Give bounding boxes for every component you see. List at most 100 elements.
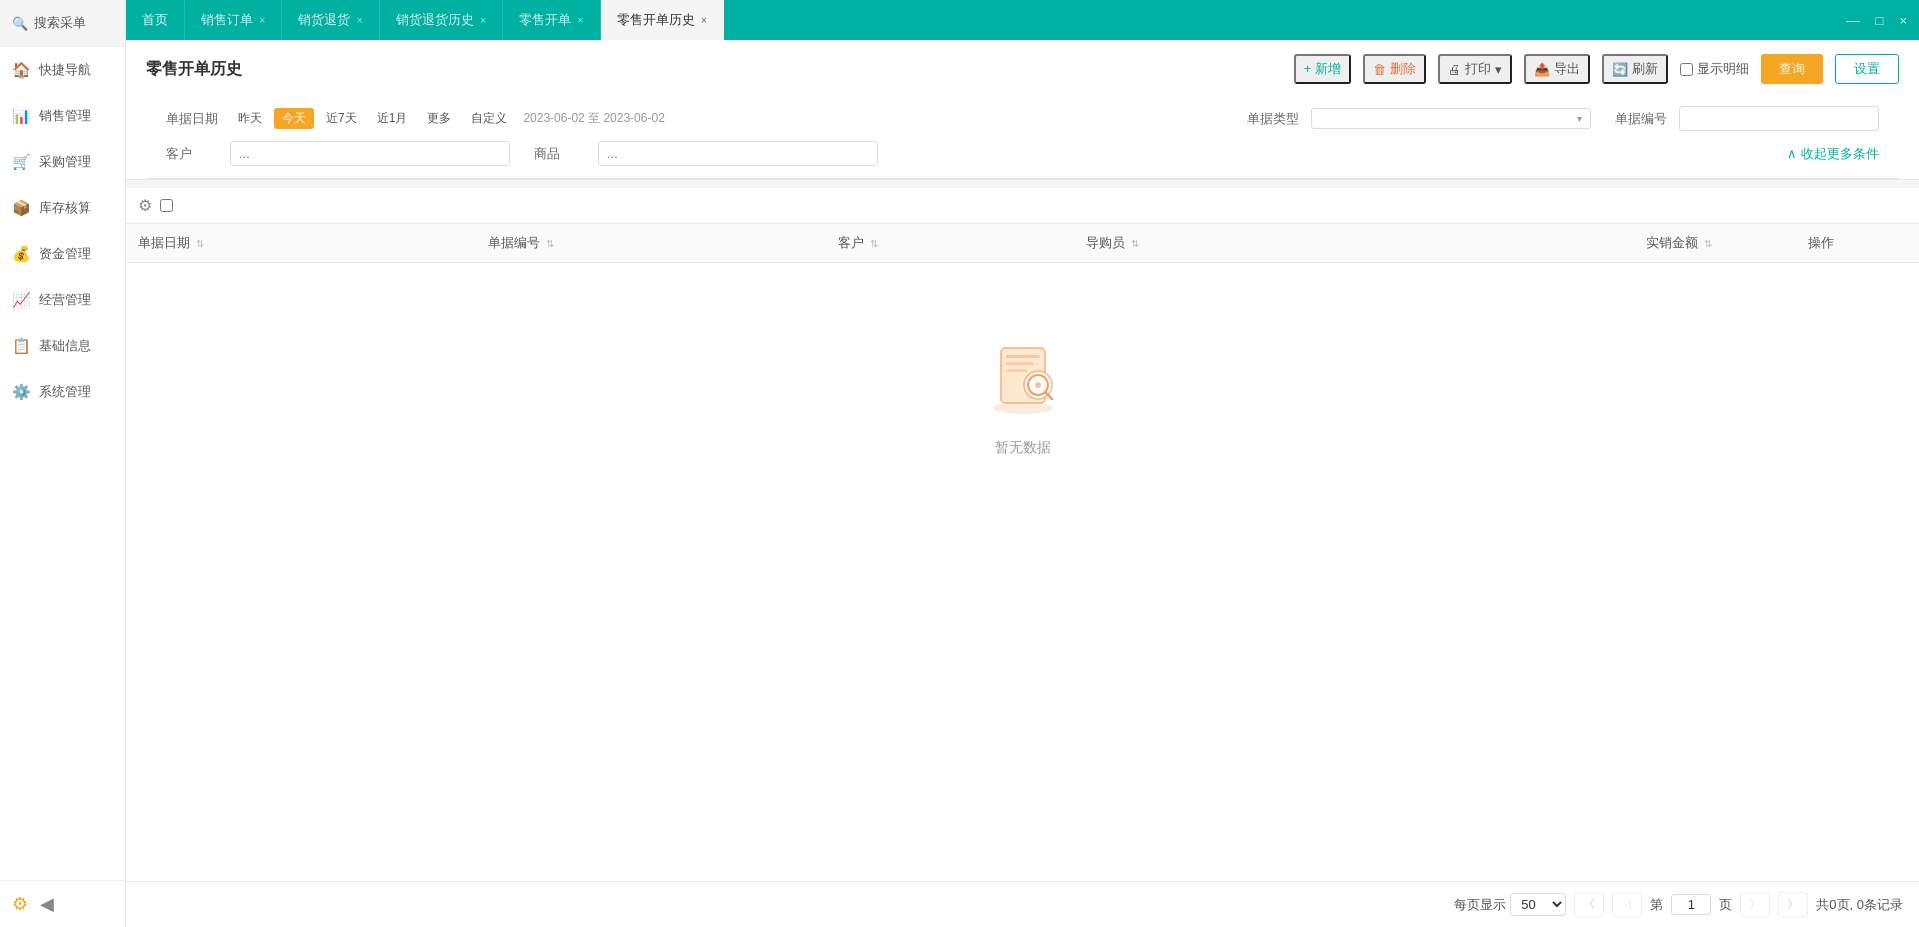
tab-sales-return[interactable]: 销货退货 × [282, 0, 379, 40]
tab-retail-open[interactable]: 零售开单 × [503, 0, 600, 40]
table-area: ⚙ 单据日期 ⇅ 单据编号 ⇅ [126, 188, 1919, 927]
tab-sales-order-label: 销售订单 [201, 11, 253, 29]
tab-retail-history-label: 零售开单历史 [617, 11, 695, 29]
close-sales-return-history-tab[interactable]: × [480, 14, 486, 26]
type-filter-label: 单据类型 [1247, 110, 1303, 128]
refresh-label: 刷新 [1632, 60, 1658, 78]
tab-bar: 首页 销售订单 × 销货退货 × 销货退货历史 × 零售开单 × 零售开单历史 … [126, 0, 1919, 40]
orderno-text-input[interactable] [1688, 111, 1870, 126]
sidebar-item-sales-mgmt[interactable]: 📊 销售管理 [0, 93, 125, 139]
sidebar-item-finance[interactable]: 💰 资金管理 [0, 231, 125, 277]
page-header-top: 零售开单历史 + 新增 🗑 删除 🖨 打印 ▾ 📤 导出 [146, 54, 1899, 84]
th-date[interactable]: 单据日期 ⇅ [126, 224, 476, 263]
first-page-btn[interactable]: 《 [1574, 892, 1604, 917]
collapse-sidebar-icon[interactable]: ◀ [40, 893, 54, 915]
tab-sales-order[interactable]: 销售订单 × [185, 0, 282, 40]
orderno-input[interactable] [1679, 106, 1879, 131]
purchase-icon: 🛒 [12, 153, 31, 171]
svg-rect-3 [1006, 362, 1034, 365]
date-opt-more[interactable]: 更多 [419, 108, 459, 129]
date-opt-1month[interactable]: 近1月 [369, 108, 416, 129]
print-icon: 🖨 [1448, 62, 1461, 77]
sidebar-item-quick-nav[interactable]: 🏠 快捷导航 [0, 47, 125, 93]
type-select[interactable]: ▾ [1311, 108, 1591, 129]
sidebar-search[interactable]: 🔍 搜索采单 [0, 0, 125, 47]
th-amount[interactable]: 实销金额 ⇅ [1374, 224, 1724, 263]
close-retail-open-tab[interactable]: × [577, 14, 583, 26]
close-sales-return-tab[interactable]: × [356, 14, 362, 26]
add-button[interactable]: + 新增 [1294, 54, 1351, 84]
window-close-btn[interactable]: × [1899, 13, 1907, 28]
orderno-filter-label: 单据编号 [1615, 110, 1671, 128]
print-dropdown-arrow: ▾ [1495, 62, 1502, 77]
delete-button[interactable]: 🗑 删除 [1363, 54, 1426, 84]
th-order-no[interactable]: 单据编号 ⇅ [476, 224, 826, 263]
collapse-filter-btn[interactable]: ∧ 收起更多条件 [1787, 145, 1879, 163]
sidebar-item-system[interactable]: ⚙️ 系统管理 [0, 369, 125, 415]
per-page-selector[interactable]: 50 10 20 100 [1510, 893, 1566, 916]
customer-text-input[interactable] [239, 146, 501, 161]
date-opt-today[interactable]: 今天 [274, 108, 314, 129]
th-actions-label: 操作 [1808, 235, 1834, 250]
sidebar-item-label: 基础信息 [39, 337, 91, 355]
print-button[interactable]: 🖨 打印 ▾ [1438, 54, 1512, 84]
sidebar-item-inventory[interactable]: 📦 库存核算 [0, 185, 125, 231]
page-title: 零售开单历史 [146, 59, 242, 80]
display-toggle-checkbox[interactable] [1680, 63, 1693, 76]
close-retail-history-tab[interactable]: × [701, 14, 707, 26]
tab-home[interactable]: 首页 [126, 0, 185, 40]
th-customer[interactable]: 客户 ⇅ [826, 224, 1074, 263]
print-label: 打印 [1465, 60, 1491, 78]
refresh-button[interactable]: 🔄 刷新 [1602, 54, 1668, 84]
last-page-btn[interactable]: 》 [1778, 892, 1808, 917]
close-sales-order-tab[interactable]: × [259, 14, 265, 26]
customer-input[interactable] [230, 141, 510, 166]
th-salesperson[interactable]: 导购员 ⇅ [1074, 224, 1373, 263]
date-range-display: 2023-06-02 至 2023-06-02 [523, 110, 664, 127]
th-date-label: 单据日期 [138, 235, 190, 250]
page-number-input[interactable] [1671, 894, 1711, 915]
display-toggle[interactable]: 显示明细 [1680, 60, 1749, 78]
window-minimize-btn[interactable]: — [1847, 13, 1860, 28]
goods-input[interactable] [598, 141, 878, 166]
th-amount-label: 实销金额 [1646, 235, 1698, 250]
export-icon: 📤 [1534, 62, 1550, 77]
prev-page-btn[interactable]: 〈 [1612, 892, 1642, 917]
sidebar-item-label: 资金管理 [39, 245, 91, 263]
tab-sales-return-history[interactable]: 销货退货历史 × [380, 0, 503, 40]
home-icon: 🏠 [12, 61, 31, 79]
svg-rect-4 [1006, 369, 1028, 372]
table-header-row: 单据日期 ⇅ 单据编号 ⇅ 客户 ⇅ [126, 224, 1919, 263]
sidebar-item-base-info[interactable]: 📋 基础信息 [0, 323, 125, 369]
pagination: 每页显示 50 10 20 100 《 〈 第 页 〉 》 共0页, 0条记录 [126, 881, 1919, 927]
th-order-no-sort: ⇅ [546, 238, 554, 249]
sidebar-item-operations[interactable]: 📈 经营管理 [0, 277, 125, 323]
date-opt-custom[interactable]: 自定义 [463, 108, 515, 129]
tab-sales-return-label: 销货退货 [298, 11, 350, 29]
settings-gear-icon[interactable]: ⚙ [12, 893, 28, 915]
tab-home-label: 首页 [142, 11, 168, 29]
total-info: 共0页, 0条记录 [1816, 896, 1903, 914]
window-maximize-btn[interactable]: □ [1876, 13, 1884, 28]
filter-customer-group: 客户 [166, 141, 510, 166]
system-icon: ⚙️ [12, 383, 31, 401]
date-opt-yesterday[interactable]: 昨天 [230, 108, 270, 129]
page-content: 零售开单历史 + 新增 🗑 删除 🖨 打印 ▾ 📤 导出 [126, 40, 1919, 927]
goods-text-input[interactable] [607, 146, 869, 161]
select-all-checkbox[interactable] [160, 199, 173, 212]
query-button[interactable]: 查询 [1761, 54, 1823, 84]
settings-button[interactable]: 设置 [1835, 54, 1899, 84]
date-opt-7days[interactable]: 近7天 [318, 108, 365, 129]
next-page-btn[interactable]: 〉 [1740, 892, 1770, 917]
refresh-icon: 🔄 [1612, 62, 1628, 77]
table-settings-icon[interactable]: ⚙ [138, 196, 152, 215]
sidebar-item-purchase-mgmt[interactable]: 🛒 采购管理 [0, 139, 125, 185]
date-options: 昨天 今天 近7天 近1月 更多 自定义 2023-06-02 至 2023-0… [230, 108, 665, 129]
empty-state: 暂无数据 [126, 263, 1919, 517]
th-date-sort: ⇅ [196, 238, 204, 249]
export-button[interactable]: 📤 导出 [1524, 54, 1590, 84]
display-toggle-label: 显示明细 [1697, 60, 1749, 78]
sidebar-item-label: 库存核算 [39, 199, 91, 217]
tab-retail-history[interactable]: 零售开单历史 × [601, 0, 724, 40]
filter-area: 单据日期 昨天 今天 近7天 近1月 更多 自定义 2023-06-02 至 2… [146, 94, 1899, 179]
